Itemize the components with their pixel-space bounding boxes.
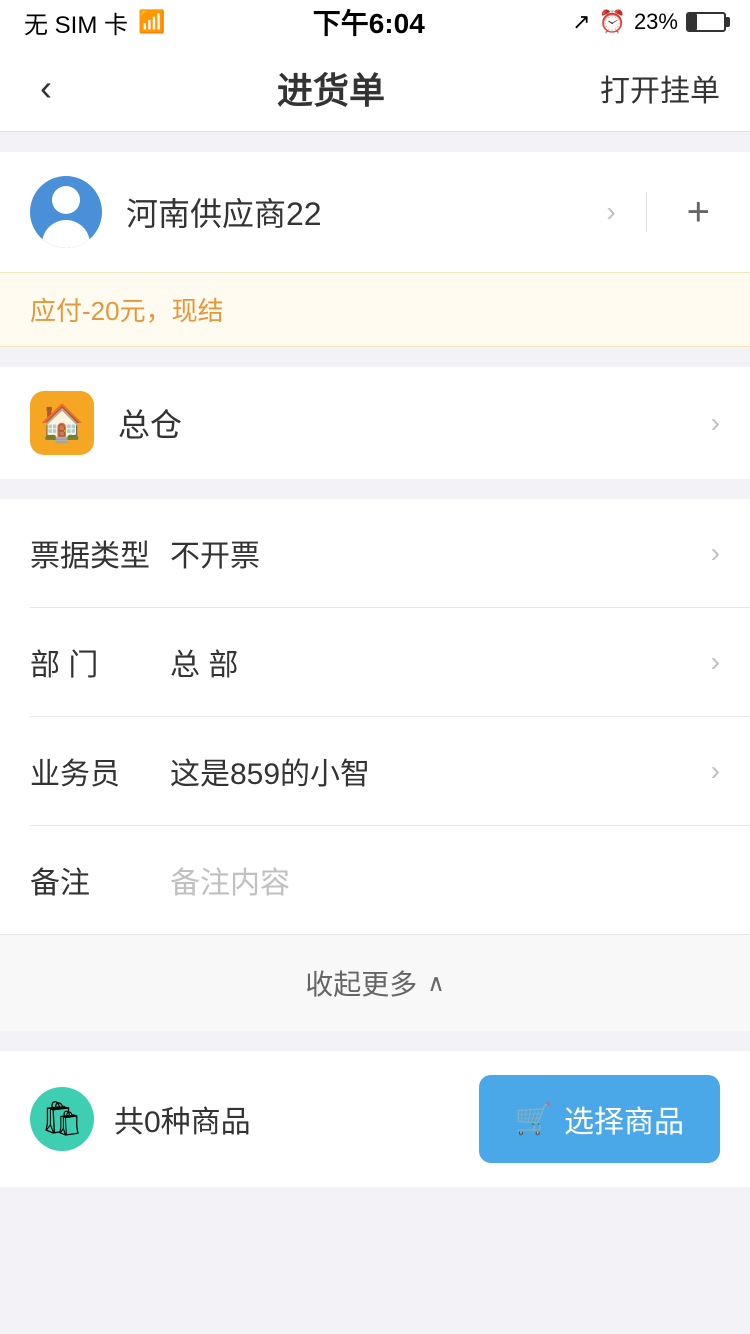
remark-row[interactable]: 备注 备注内容 <box>0 826 750 934</box>
warehouse-name: 总仓 <box>118 400 711 446</box>
page-title: 进货单 <box>277 62 385 114</box>
invoice-type-label: 票据类型 <box>30 531 150 575</box>
salesperson-chevron-icon: › <box>711 755 720 787</box>
battery-percent: 23% <box>634 9 678 35</box>
status-right: ↗ ⏰ 23% <box>572 9 726 35</box>
department-value: 总 部 <box>150 640 711 684</box>
warehouse-icon-wrap: 🏠 <box>30 391 94 455</box>
warehouse-row[interactable]: 🏠 总仓 › <box>0 367 750 479</box>
invoice-type-row[interactable]: 票据类型 不开票 › <box>0 499 750 607</box>
product-icon: 🛍 <box>40 1099 83 1139</box>
salesperson-value: 这是859的小智 <box>150 749 711 793</box>
department-row[interactable]: 部 门 总 部 › <box>0 608 750 716</box>
salesperson-row[interactable]: 业务员 这是859的小智 › <box>0 717 750 825</box>
product-icon-wrap: 🛍 <box>30 1087 94 1151</box>
open-pending-button[interactable]: 打开挂单 <box>600 66 720 110</box>
supplier-row[interactable]: 河南供应商22 › + <box>0 152 750 272</box>
warehouse-chevron-icon: › <box>711 407 720 439</box>
collapse-chevron-icon: ∧ <box>427 969 445 998</box>
payment-alert: 应付-20元，现结 <box>0 272 750 347</box>
alarm-icon: ⏰ <box>599 9 626 35</box>
status-time: 下午6:04 <box>313 2 425 42</box>
battery-icon <box>686 12 726 32</box>
warehouse-section: 🏠 总仓 › <box>0 367 750 479</box>
select-product-label: 选择商品 <box>564 1097 684 1141</box>
location-icon: ↗ <box>572 9 590 35</box>
supplier-name: 河南供应商22 <box>126 189 606 235</box>
alert-text: 应付-20元，现结 <box>30 296 224 326</box>
department-label: 部 门 <box>30 640 150 684</box>
back-button[interactable]: ‹ <box>30 57 62 119</box>
invoice-type-chevron-icon: › <box>711 537 720 569</box>
select-product-button[interactable]: 🛒 选择商品 <box>479 1075 720 1163</box>
select-product-icon: 🛒 <box>515 1102 552 1137</box>
supplier-avatar <box>30 176 102 248</box>
product-count: 共0种商品 <box>114 1097 459 1141</box>
collapse-text: 收起更多 <box>305 963 417 1003</box>
supplier-chevron-icon: › <box>606 196 615 228</box>
wifi-icon: 📶 <box>138 9 165 35</box>
invoice-type-value: 不开票 <box>150 531 711 575</box>
avatar-person-icon <box>30 176 102 248</box>
collapse-row[interactable]: 收起更多 ∧ <box>0 934 750 1031</box>
supplier-section: 河南供应商22 › + 应付-20元，现结 <box>0 152 750 347</box>
supplier-divider <box>646 192 647 232</box>
remark-value: 备注内容 <box>150 858 720 902</box>
department-chevron-icon: › <box>711 646 720 678</box>
form-section: 票据类型 不开票 › 部 门 总 部 › 业务员 这是859的小智 › 备注 备… <box>0 499 750 1031</box>
nav-bar: ‹ 进货单 打开挂单 <box>0 44 750 132</box>
warehouse-icon: 🏠 <box>40 402 85 444</box>
product-section: 🛍 共0种商品 🛒 选择商品 <box>0 1051 750 1187</box>
remark-label: 备注 <box>30 858 150 902</box>
supplier-actions: › + <box>606 190 720 235</box>
status-bar: 无 SIM 卡 📶 下午6:04 ↗ ⏰ 23% <box>0 0 750 44</box>
salesperson-label: 业务员 <box>30 749 150 793</box>
add-supplier-button[interactable]: + <box>677 190 720 235</box>
status-carrier: 无 SIM 卡 📶 <box>24 5 165 40</box>
